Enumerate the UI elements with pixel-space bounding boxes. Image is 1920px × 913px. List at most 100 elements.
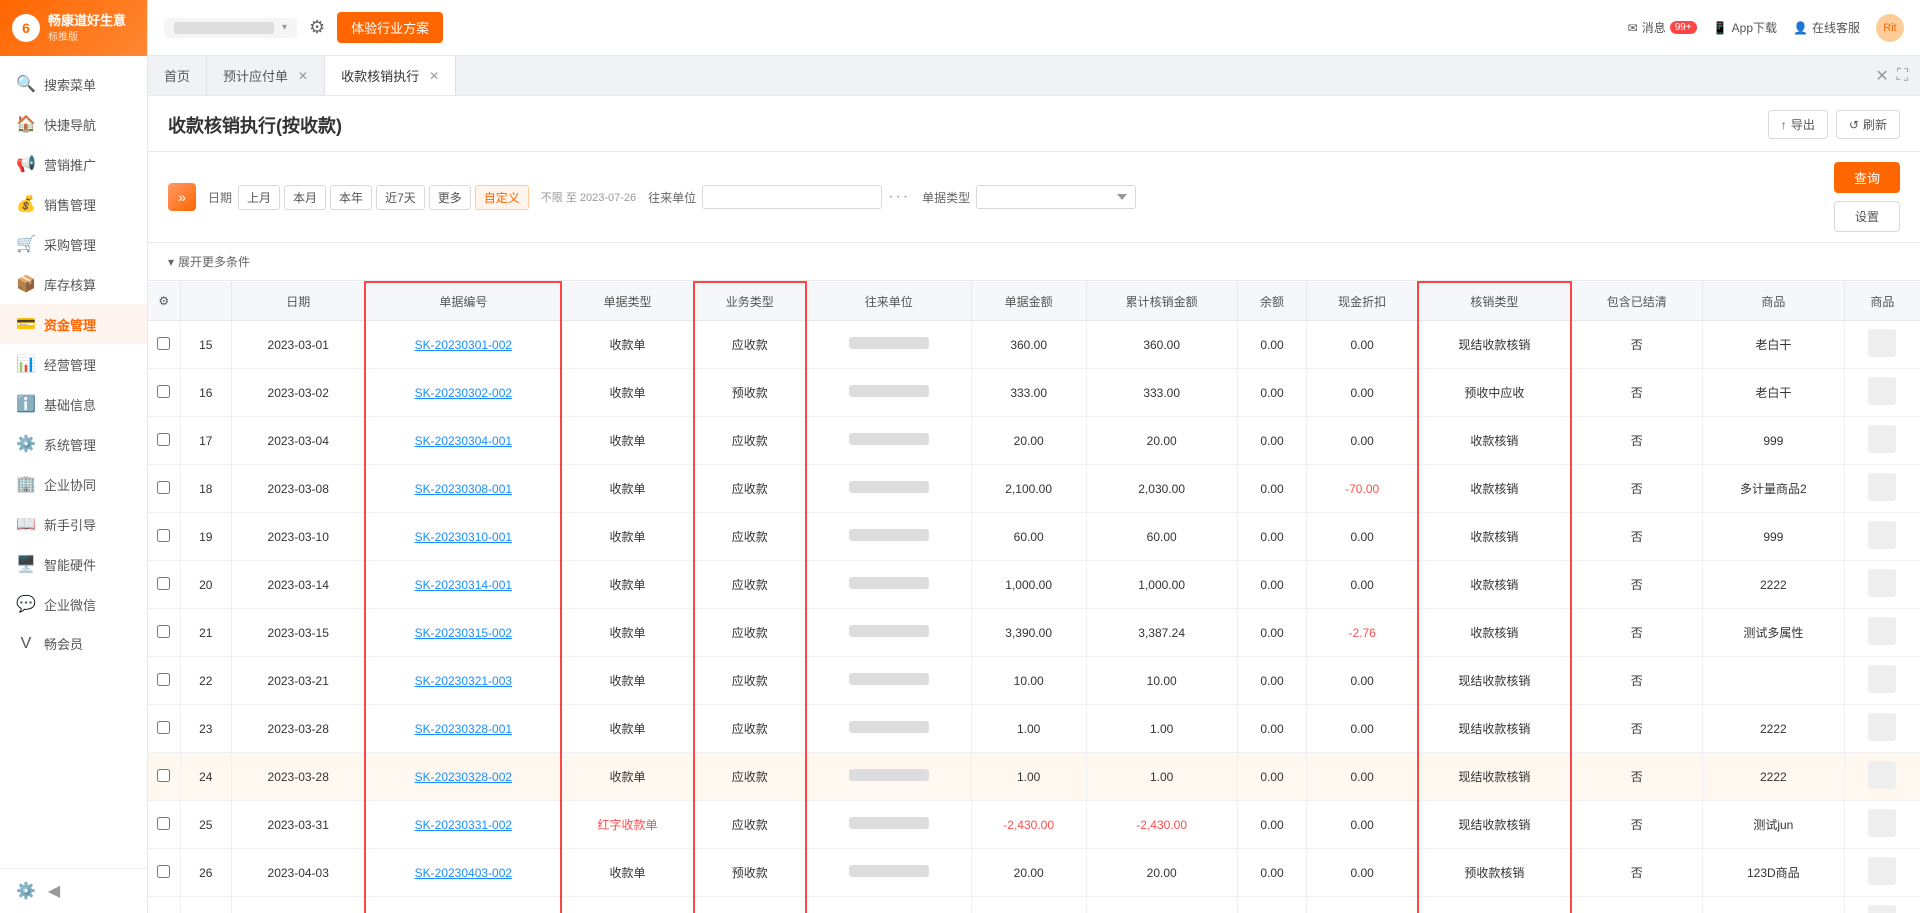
tab-receipt-verify[interactable]: 收款核销执行 ✕ [325, 56, 456, 95]
sidebar-item-basic-info[interactable]: ℹ️ 基础信息 [0, 384, 147, 424]
doc-no-link[interactable]: SK-20230328-001 [415, 722, 512, 736]
doc-no-link[interactable]: SK-20230310-001 [415, 530, 512, 544]
td-cash-discount: 0.00 [1307, 801, 1418, 849]
unit-filter-input[interactable] [702, 185, 882, 209]
td-unit [806, 705, 971, 753]
filter-toggle-button[interactable]: » [168, 183, 196, 211]
export-button[interactable]: ↑ 导出 [1768, 110, 1828, 139]
sidebar-item-member[interactable]: V 畅会员 [0, 624, 147, 663]
td-checkbox[interactable] [148, 417, 180, 465]
td-doc-amount: 100.00 [971, 897, 1086, 913]
doc-no-link[interactable]: SK-20230314-001 [415, 578, 512, 592]
sidebar-item-sales[interactable]: 💰 销售管理 [0, 184, 147, 224]
workspace-selector[interactable]: ▾ [164, 18, 297, 38]
th-settings[interactable]: ⚙ [148, 282, 180, 321]
td-row-num: 27 [180, 897, 232, 913]
td-cash-discount: 0.00 [1307, 657, 1418, 705]
messages-button[interactable]: ✉ 消息 99+ [1628, 19, 1697, 36]
td-checkbox[interactable] [148, 705, 180, 753]
doc-no-link[interactable]: SK-20230301-002 [415, 338, 512, 352]
settings-bottom-icon[interactable]: ⚙️ [16, 881, 36, 901]
tab-home[interactable]: 首页 [148, 56, 207, 95]
td-unit [806, 465, 971, 513]
td-product-img [1844, 801, 1920, 849]
td-doc-amount: 20.00 [971, 849, 1086, 897]
tab-pre-payment[interactable]: 预计应付单 ✕ [207, 56, 325, 95]
last-month-btn[interactable]: 上月 [238, 185, 280, 210]
td-checkbox[interactable] [148, 513, 180, 561]
sidebar-item-system[interactable]: ⚙️ 系统管理 [0, 424, 147, 464]
td-checkbox[interactable] [148, 753, 180, 801]
app-download-button[interactable]: 📱 App下载 [1713, 19, 1777, 36]
custom-date-btn[interactable]: 自定义 [475, 185, 529, 210]
td-verify-type: 收款核销 [1418, 561, 1571, 609]
td-row-num: 22 [180, 657, 232, 705]
solution-button[interactable]: 体验行业方案 [337, 12, 443, 43]
tab-pre-payment-close-icon[interactable]: ✕ [298, 69, 308, 83]
doc-no-link[interactable]: SK-20230328-002 [415, 770, 512, 784]
query-button[interactable]: 查询 [1834, 162, 1900, 193]
td-doc-type: 收款单 [561, 465, 693, 513]
sidebar-label-purchase: 采购管理 [44, 235, 96, 254]
more-date-btn[interactable]: 更多 [429, 185, 471, 210]
sidebar-item-enterprise[interactable]: 🏢 企业协同 [0, 464, 147, 504]
setting-button[interactable]: 设置 [1834, 201, 1900, 232]
tab-receipt-verify-close-icon[interactable]: ✕ [429, 69, 439, 83]
doc-no-link[interactable]: SK-20230331-002 [415, 818, 512, 832]
td-doc-type: 收款单 [561, 849, 693, 897]
doc-no-link[interactable]: SK-20230321-003 [415, 674, 512, 688]
messages-label: 消息 [1642, 19, 1666, 36]
td-checkbox[interactable] [148, 897, 180, 913]
this-month-btn[interactable]: 本月 [284, 185, 326, 210]
this-year-btn[interactable]: 本年 [330, 185, 372, 210]
doc-no-link[interactable]: SK-20230315-002 [415, 626, 512, 640]
sidebar-item-quick-nav[interactable]: 🏠 快捷导航 [0, 104, 147, 144]
td-unit [806, 657, 971, 705]
refresh-button[interactable]: ↺ 刷新 [1836, 110, 1900, 139]
td-doc-amount: 1.00 [971, 705, 1086, 753]
td-checkbox[interactable] [148, 369, 180, 417]
td-product-img [1844, 897, 1920, 913]
td-checkbox[interactable] [148, 609, 180, 657]
sidebar-item-finance[interactable]: 💳 资金管理 [0, 304, 147, 344]
sidebar-item-smart-hw[interactable]: 🖥️ 智能硬件 [0, 544, 147, 584]
td-checkbox[interactable] [148, 561, 180, 609]
last-7days-btn[interactable]: 近7天 [376, 185, 425, 210]
online-service-button[interactable]: 👤 在线客服 [1793, 19, 1860, 36]
doc-no-link[interactable]: SK-20230304-001 [415, 434, 512, 448]
td-cash-discount: 0.00 [1307, 849, 1418, 897]
doc-no-link[interactable]: SK-20230308-001 [415, 482, 512, 496]
td-doc-amount: 333.00 [971, 369, 1086, 417]
td-verify-amount: 20.00 [1086, 417, 1237, 465]
collapse-icon[interactable]: ◀ [48, 881, 60, 901]
filter-dots: ··· [888, 188, 910, 206]
sidebar-item-purchase[interactable]: 🛒 采购管理 [0, 224, 147, 264]
sidebar-item-search[interactable]: 🔍 搜索菜单 [0, 64, 147, 104]
td-checkbox[interactable] [148, 849, 180, 897]
td-verify-type: 收款核销 [1418, 609, 1571, 657]
receipt-type-select[interactable] [976, 185, 1136, 209]
gear-icon[interactable]: ⚙ [309, 17, 325, 38]
doc-no-link[interactable]: SK-20230302-002 [415, 386, 512, 400]
td-checkbox[interactable] [148, 657, 180, 705]
sidebar-item-marketing[interactable]: 📢 营销推广 [0, 144, 147, 184]
tab-maximize-icon[interactable]: ⛶ [1897, 67, 1908, 85]
sidebar-item-guide[interactable]: 📖 新手引导 [0, 504, 147, 544]
table-row: 22 2023-03-21 SK-20230321-003 收款单 应收款 10… [148, 657, 1920, 705]
td-product-img [1844, 609, 1920, 657]
td-product: 123D商品 [1702, 849, 1844, 897]
sidebar-item-wechat[interactable]: 💬 企业微信 [0, 584, 147, 624]
td-checkbox[interactable] [148, 321, 180, 369]
td-cash-discount: 0.00 [1307, 753, 1418, 801]
sidebar-item-inventory[interactable]: 📦 库存核算 [0, 264, 147, 304]
td-checkbox[interactable] [148, 801, 180, 849]
doc-no-link[interactable]: SK-20230403-002 [415, 866, 512, 880]
expand-more-button[interactable]: ▾ 展开更多条件 [168, 247, 250, 276]
tab-close-all-icon[interactable]: ✕ [1875, 66, 1888, 86]
avatar[interactable]: Rit [1876, 14, 1904, 42]
topbar-right: ✉ 消息 99+ 📱 App下载 👤 在线客服 Rit [1628, 14, 1904, 42]
td-checkbox[interactable] [148, 465, 180, 513]
td-balance: 0.00 [1237, 561, 1307, 609]
sidebar-item-operations[interactable]: 📊 经营管理 [0, 344, 147, 384]
topbar: ▾ ⚙ 体验行业方案 ✉ 消息 99+ 📱 App下载 👤 在线客服 Rit [148, 0, 1920, 56]
